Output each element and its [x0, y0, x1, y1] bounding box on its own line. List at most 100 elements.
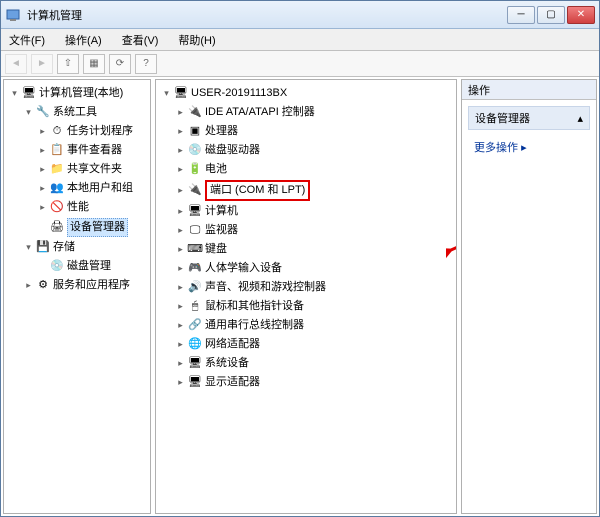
tree-label: 服务和应用程序 [53, 277, 130, 294]
tree-local-users[interactable]: ▸👥本地用户和组 [36, 179, 148, 198]
close-button[interactable]: ✕ [567, 6, 595, 24]
dev-ide[interactable]: ▸🔌IDE ATA/ATAPI 控制器 [174, 103, 454, 122]
perf-icon: 🚫 [50, 201, 64, 215]
app-window: 计算机管理 ─ ▢ ✕ 文件(F) 操作(A) 查看(V) 帮助(H) ◄ ► … [0, 0, 600, 517]
expander-icon[interactable]: ▸ [176, 186, 185, 195]
tree-root[interactable]: ▾ 🖥 计算机管理(本地) [8, 84, 148, 103]
dev-monitor[interactable]: ▸🖵监视器 [174, 221, 454, 240]
dev-network[interactable]: ▸🌐网络适配器 [174, 335, 454, 354]
tree-label: 计算机管理(本地) [39, 85, 123, 102]
titlebar: 计算机管理 ─ ▢ ✕ [1, 1, 599, 29]
devmgr-icon: 🖨 [50, 221, 64, 235]
content-area: ▾ 🖥 计算机管理(本地) ▾ 🔧 系统工具 [1, 77, 599, 516]
minimize-button[interactable]: ─ [507, 6, 535, 24]
menu-action[interactable]: 操作(A) [61, 30, 106, 50]
dev-hid[interactable]: ▸🎮人体学输入设备 [174, 259, 454, 278]
dev-media[interactable]: ▸🔊声音、视频和游戏控制器 [174, 278, 454, 297]
expander-icon[interactable]: ▾ [24, 243, 33, 252]
dev-battery[interactable]: ▸🔋电池 [174, 160, 454, 179]
actions-section-title[interactable]: 设备管理器 ▴ [468, 106, 590, 130]
dev-ports[interactable]: ▸🔌端口 (COM 和 LPT) [174, 179, 454, 202]
actions-header: 操作 [462, 80, 596, 100]
dev-diskdrive[interactable]: ▸💿磁盘驱动器 [174, 141, 454, 160]
expander-icon[interactable]: ▸ [176, 264, 185, 273]
folder-icon: 📁 [50, 163, 64, 177]
expander-icon[interactable]: ▸ [176, 165, 185, 174]
dev-mouse[interactable]: ▸🖱鼠标和其他指针设备 [174, 297, 454, 316]
toolbar: ◄ ► ⇧ ▦ ⟳ ? [1, 51, 599, 77]
expander-icon[interactable]: ▸ [38, 127, 47, 136]
refresh-button[interactable]: ⟳ [109, 54, 131, 74]
dev-computer[interactable]: ▸🖥计算机 [174, 202, 454, 221]
expander-icon[interactable]: ▸ [176, 245, 185, 254]
expander-icon[interactable]: ▸ [24, 281, 33, 290]
help-button[interactable]: ? [135, 54, 157, 74]
expander-icon[interactable]: ▸ [176, 146, 185, 155]
tree-storage[interactable]: ▾ 💾 存储 [22, 238, 148, 257]
pc-icon: 🖥 [174, 87, 188, 101]
menu-help[interactable]: 帮助(H) [174, 30, 219, 50]
tree-disk-management[interactable]: 💿磁盘管理 [36, 257, 148, 276]
dev-system[interactable]: ▸🖥系统设备 [174, 354, 454, 373]
device-root[interactable]: ▾ 🖥 USER-20191113BX [160, 84, 454, 103]
collapse-icon[interactable]: ▴ [577, 112, 583, 125]
section-label: 设备管理器 [475, 110, 530, 126]
console-tree[interactable]: ▾ 🖥 计算机管理(本地) ▾ 🔧 系统工具 [4, 80, 150, 299]
menu-file[interactable]: 文件(F) [5, 30, 49, 50]
tree-performance[interactable]: ▸🚫性能 [36, 198, 148, 217]
display-icon: 🖥 [188, 376, 202, 390]
dev-keyboard[interactable]: ▸⌨键盘 [174, 240, 454, 259]
left-pane: ▾ 🖥 计算机管理(本地) ▾ 🔧 系统工具 [3, 79, 151, 514]
tree-system-tools[interactable]: ▾ 🔧 系统工具 [22, 103, 148, 122]
window-title: 计算机管理 [27, 7, 507, 23]
tree-task-scheduler[interactable]: ▸⏱任务计划程序 [36, 122, 148, 141]
properties-button[interactable]: ▦ [83, 54, 105, 74]
expander-icon[interactable]: ▸ [176, 340, 185, 349]
tree-services-apps[interactable]: ▸⚙服务和应用程序 [22, 276, 148, 295]
up-button[interactable]: ⇧ [57, 54, 79, 74]
device-tree[interactable]: ▾ 🖥 USER-20191113BX ▸🔌IDE ATA/ATAPI 控制器 … [156, 80, 456, 396]
expander-icon[interactable]: ▸ [176, 207, 185, 216]
computer-mgmt-icon: 🖥 [22, 87, 36, 101]
dev-cpu[interactable]: ▸▣处理器 [174, 122, 454, 141]
tree-label: 存储 [53, 239, 75, 256]
diskdrive-icon: 💿 [188, 144, 202, 158]
tree-device-manager[interactable]: 🖨设备管理器 [36, 217, 148, 238]
expander-icon[interactable]: ▸ [38, 184, 47, 193]
tree-shared-folders[interactable]: ▸📁共享文件夹 [36, 160, 148, 179]
expander-icon[interactable]: ▸ [176, 302, 185, 311]
chevron-right-icon: ▸ [521, 142, 527, 154]
expander-icon[interactable]: ▾ [162, 89, 171, 98]
expander-icon[interactable]: ▸ [176, 359, 185, 368]
tree-label: 键盘 [205, 241, 227, 258]
expander-icon[interactable]: ▸ [38, 165, 47, 174]
forward-button[interactable]: ► [31, 54, 53, 74]
tree-label: 鼠标和其他指针设备 [205, 298, 304, 315]
sound-icon: 🔊 [188, 281, 202, 295]
expander-icon[interactable]: ▸ [176, 321, 185, 330]
expander-icon[interactable]: ▸ [38, 203, 47, 212]
actions-body: 设备管理器 ▴ 更多操作 ▸ [462, 100, 596, 164]
tree-event-viewer[interactable]: ▸📋事件查看器 [36, 141, 148, 160]
back-button[interactable]: ◄ [5, 54, 27, 74]
dev-display[interactable]: ▸🖥显示适配器 [174, 373, 454, 392]
more-actions-link[interactable]: 更多操作 ▸ [468, 136, 590, 158]
expander-icon[interactable]: ▸ [176, 127, 185, 136]
expander-icon[interactable]: ▸ [176, 108, 185, 117]
dev-usb[interactable]: ▸🔗通用串行总线控制器 [174, 316, 454, 335]
expander-icon[interactable]: ▸ [38, 146, 47, 155]
expander-icon[interactable]: ▾ [24, 108, 33, 117]
expander-icon[interactable]: ▸ [176, 226, 185, 235]
tree-label: 通用串行总线控制器 [205, 317, 304, 334]
port-icon: 🔌 [188, 184, 202, 198]
tree-label: 事件查看器 [67, 142, 122, 159]
tree-label: 计算机 [205, 203, 238, 220]
actions-pane: 操作 设备管理器 ▴ 更多操作 ▸ [461, 79, 597, 514]
battery-icon: 🔋 [188, 163, 202, 177]
expander-icon[interactable]: ▸ [176, 283, 185, 292]
expander-icon[interactable]: ▸ [176, 378, 185, 387]
tree-label: 端口 (COM 和 LPT) [205, 180, 310, 201]
expander-icon[interactable]: ▾ [10, 89, 19, 98]
maximize-button[interactable]: ▢ [537, 6, 565, 24]
menu-view[interactable]: 查看(V) [118, 30, 163, 50]
